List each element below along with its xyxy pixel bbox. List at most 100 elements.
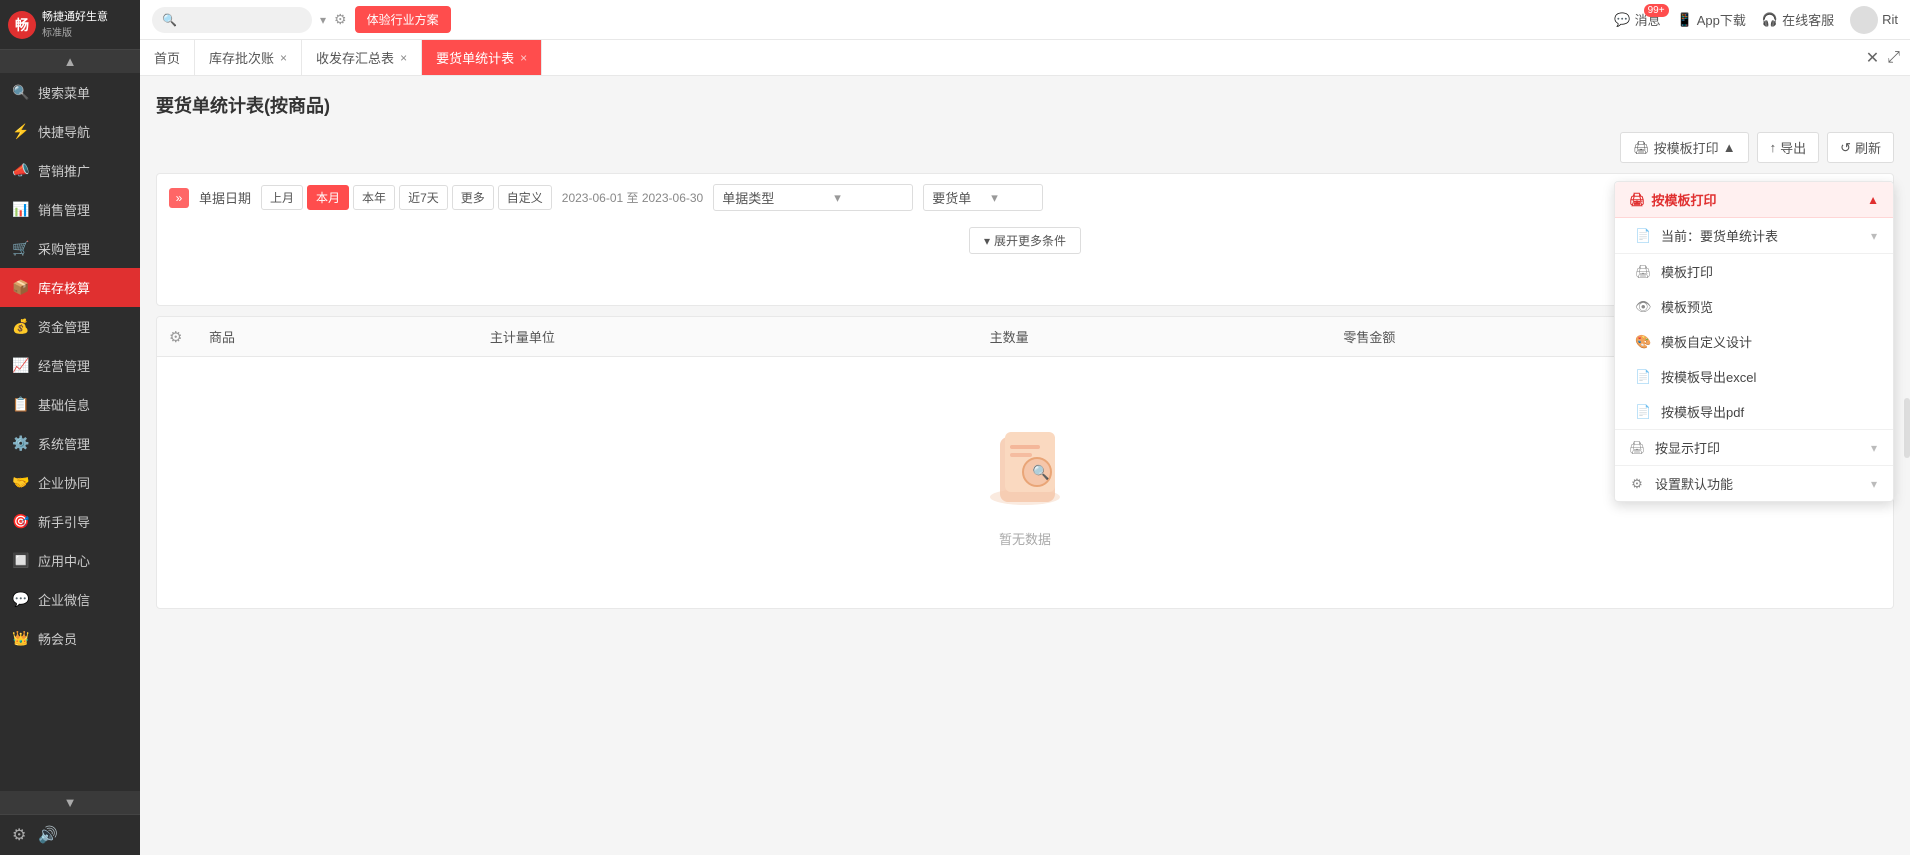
sidebar-item-label: 应用中心 (38, 551, 90, 570)
scroll-down-btn[interactable]: ▼ (0, 791, 140, 814)
dropdown-item-set-default[interactable]: ⚙ 设置默认功能 ▾ (1615, 466, 1893, 501)
tab-home-label: 首页 (154, 48, 180, 67)
sidebar-item-marketing[interactable]: 📣 营销推广 (0, 151, 140, 190)
template-print-label: 模板打印 (1661, 262, 1877, 281)
col-settings[interactable]: ⚙ (157, 317, 197, 357)
dropdown-item-display-print[interactable]: 🖨 按显示打印 ▾ (1615, 430, 1893, 465)
tabs-bar: 首页 库存批次账 × 收发存汇总表 × 要货单统计表 × ✕ ⤢ (140, 40, 1910, 76)
messages-btn[interactable]: 💬 消息 99+ (1614, 10, 1660, 29)
header-search-bar[interactable]: 🔍 (152, 7, 312, 33)
dropdown-header-left: 🖨 按模板打印 (1629, 190, 1717, 209)
sidebar-item-wechat[interactable]: 💬 企业微信 (0, 580, 140, 619)
sidebar-item-basic[interactable]: 📋 基础信息 (0, 385, 140, 424)
date-btn-this-month[interactable]: 本月 (307, 185, 349, 210)
app-download-btn[interactable]: 📱 App下载 (1677, 10, 1746, 29)
sidebar-item-operations[interactable]: 📈 经营管理 (0, 346, 140, 385)
quick-nav-icon: ⚡ (12, 123, 30, 140)
header-gear-icon[interactable]: ⚙ (334, 11, 347, 28)
online-service-btn[interactable]: 🎧 在线客服 (1762, 10, 1834, 29)
dropdown-print-icon: 🖨 (1629, 192, 1646, 208)
footer-speaker-icon[interactable]: 🔊 (38, 825, 58, 845)
print-template-arrow: ▲ (1723, 140, 1736, 155)
sidebar-item-finance[interactable]: 💰 资金管理 (0, 307, 140, 346)
date-btn-custom[interactable]: 自定义 (498, 185, 552, 210)
date-btn-more[interactable]: 更多 (452, 185, 494, 210)
scroll-up-btn[interactable]: ▲ (0, 50, 140, 73)
dropdown-item-export-pdf[interactable]: 📄 按模板导出pdf (1615, 394, 1893, 429)
print-dropdown-menu: 🖨 按模板打印 ▲ 📄 当前：要货单统计表 ▾ 🖨 模板打印 (1614, 181, 1894, 502)
empty-illustration: 🔍 (975, 417, 1075, 517)
tab-inventory-batch[interactable]: 库存批次账 × (195, 40, 302, 75)
print-template-btn[interactable]: 🖨 按模板打印 ▲ (1620, 132, 1748, 163)
empty-icon-svg: 🔍 (975, 417, 1075, 517)
trial-button[interactable]: 体验行业方案 (355, 6, 451, 33)
refresh-btn[interactable]: ↺ 刷新 (1827, 132, 1894, 163)
purchase-icon: 🛒 (12, 240, 30, 257)
table-settings-icon[interactable]: ⚙ (169, 329, 182, 346)
date-btn-last-month[interactable]: 上月 (261, 185, 303, 210)
sidebar-item-search[interactable]: 🔍 搜索菜单 (0, 73, 140, 112)
sidebar-item-apps[interactable]: 🔲 应用中心 (0, 541, 140, 580)
user-avatar-btn[interactable]: Rit (1850, 6, 1898, 34)
export-excel-icon: 📄 (1635, 369, 1651, 385)
top-header: 🔍 ▾ ⚙ 体验行业方案 💬 消息 99+ 📱 App下载 🎧 在线客服 Rit (140, 0, 1910, 40)
tab-home[interactable]: 首页 (140, 40, 195, 75)
user-name: Rit (1882, 12, 1898, 27)
apps-icon: 🔲 (12, 552, 30, 569)
export-btn[interactable]: ↑ 导出 (1757, 132, 1820, 163)
dropdown-item-template-print[interactable]: 🖨 模板打印 (1615, 254, 1893, 289)
template-print-icon: 🖨 (1635, 264, 1651, 280)
right-scrollbar[interactable] (1904, 398, 1910, 458)
footer-settings-icon[interactable]: ⚙ (12, 825, 26, 845)
marketing-icon: 📣 (12, 162, 30, 179)
sidebar-item-member[interactable]: 👑 畅会员 (0, 619, 140, 658)
col-quantity: 主数量 (978, 317, 1332, 357)
sidebar-item-label: 新手引导 (38, 512, 90, 531)
tab-inventory-batch-label: 库存批次账 (209, 48, 274, 67)
tab-expand-btn[interactable]: ⤢ (1887, 49, 1900, 67)
sidebar-item-label: 搜索菜单 (38, 83, 90, 102)
tab-inventory-batch-close[interactable]: × (280, 51, 287, 65)
order-type-label: 单据类型 (722, 188, 774, 207)
sidebar-item-label: 畅会员 (38, 629, 77, 648)
wechat-icon: 💬 (12, 591, 30, 608)
export-pdf-icon: 📄 (1635, 404, 1651, 420)
dropdown-current-item[interactable]: 📄 当前：要货单统计表 ▾ (1615, 218, 1893, 253)
date-filter-label: 单据日期 (199, 188, 251, 207)
sidebar-item-label: 企业协同 (38, 473, 90, 492)
display-print-icon: 🖨 (1629, 440, 1645, 456)
template-preview-icon: 👁 (1635, 299, 1651, 315)
tab-close-all-btn[interactable]: ✕ (1866, 48, 1879, 68)
messages-badge: 99+ (1644, 4, 1669, 17)
dropdown-item-export-excel[interactable]: 📄 按模板导出excel (1615, 359, 1893, 394)
export-label: 导出 (1780, 138, 1806, 157)
order-goods-label: 要货单 (932, 188, 971, 207)
sidebar-item-quick-nav[interactable]: ⚡ 快捷导航 (0, 112, 140, 151)
tab-order-stats-close[interactable]: × (520, 51, 527, 65)
expand-more-btn[interactable]: ▾ 展开更多条件 (969, 227, 1081, 254)
tab-order-stats[interactable]: 要货单统计表 × (422, 40, 542, 75)
sidebar-item-purchase[interactable]: 🛒 采购管理 (0, 229, 140, 268)
dropdown-item-template-design[interactable]: 🎨 模板自定义设计 (1615, 324, 1893, 359)
header-chevron-icon[interactable]: ▾ (320, 13, 326, 27)
dropdown-item-template-preview[interactable]: 👁 模板预览 (1615, 289, 1893, 324)
tab-receivables[interactable]: 收发存汇总表 × (302, 40, 422, 75)
col-unit: 主计量单位 (478, 317, 978, 357)
order-goods-select[interactable]: 要货单 ▾ (923, 184, 1043, 211)
sidebar-item-system[interactable]: ⚙️ 系统管理 (0, 424, 140, 463)
tab-receivables-close[interactable]: × (400, 51, 407, 65)
sidebar-item-guide[interactable]: 🎯 新手引导 (0, 502, 140, 541)
order-type-select[interactable]: 单据类型 ▾ (713, 184, 913, 211)
page-content: 要货单统计表(按商品) 🖨 按模板打印 ▲ ↑ 导出 ↺ 刷新 » 单据日期 上… (140, 76, 1910, 855)
expand-icon: ▾ (984, 234, 990, 248)
dropdown-close-arrow[interactable]: ▲ (1867, 193, 1879, 207)
refresh-icon: ↺ (1840, 140, 1851, 156)
filter-expand-icon-btn[interactable]: » (169, 188, 189, 208)
date-btn-this-year[interactable]: 本年 (353, 185, 395, 210)
sidebar-item-inventory[interactable]: 📦 库存核算 (0, 268, 140, 307)
date-btn-7days[interactable]: 近7天 (399, 185, 448, 210)
sidebar-item-sales[interactable]: 📊 销售管理 (0, 190, 140, 229)
sidebar-item-collab[interactable]: 🤝 企业协同 (0, 463, 140, 502)
app-logo: 畅 畅捷通好生意 标准版 (0, 0, 140, 50)
print-icon: 🖨 (1633, 140, 1650, 156)
